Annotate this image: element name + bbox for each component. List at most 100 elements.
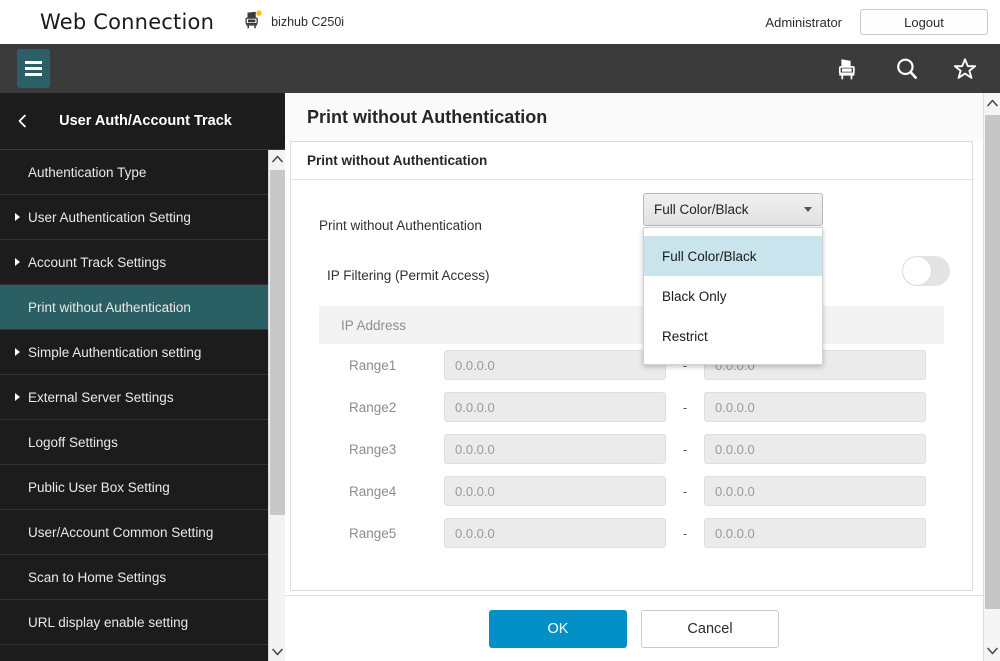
sidebar-item-label: Print without Authentication — [28, 300, 191, 315]
footer-action-bar: OK Cancel — [285, 595, 983, 661]
sidebar-scrollbar[interactable] — [268, 150, 285, 661]
expand-arrow-icon — [15, 213, 20, 221]
chevron-down-icon — [804, 207, 812, 212]
sidebar-item-label: User/Account Common Setting — [28, 525, 213, 540]
range-dash: - — [666, 484, 704, 499]
brand-bar: Web Connection bizhub C250i Administrato… — [0, 0, 1000, 44]
range5-from-input[interactable] — [444, 518, 666, 548]
sidebar-item-label: Authentication Type — [28, 165, 146, 180]
ip-filtering-row: IP Filtering (Permit Access) — [319, 250, 944, 300]
range4-to-input[interactable] — [704, 476, 926, 506]
admin-label: Administrator — [765, 15, 842, 30]
select-option-full-color-black[interactable]: Full Color/Black — [644, 236, 822, 276]
sidebar-item-authentication-type[interactable]: Authentication Type — [0, 150, 285, 195]
device-name: bizhub C250i — [271, 15, 344, 29]
logout-button[interactable]: Logout — [860, 9, 988, 35]
range1-from-input[interactable] — [444, 350, 666, 380]
ip-filtering-label: IP Filtering (Permit Access) — [319, 268, 490, 283]
sidebar-item-label: URL display enable setting — [28, 615, 188, 630]
main-scrollbar-thumb[interactable] — [985, 115, 1000, 609]
sidebar-item-url-display-enable-setting[interactable]: URL display enable setting — [0, 600, 285, 645]
range2-from-input[interactable] — [444, 392, 666, 422]
sidebar-item-print-without-authentication[interactable]: Print without Authentication — [0, 285, 285, 330]
sidebar-scrollbar-thumb[interactable] — [270, 170, 285, 515]
range-label: Range1 — [319, 358, 444, 373]
print-mode-select[interactable]: Full Color/Black Full Color/Black Black … — [643, 193, 823, 226]
brand-bar-right: Administrator Logout — [765, 9, 988, 35]
range2-to-input[interactable] — [704, 392, 926, 422]
printer-status-icon[interactable] — [836, 56, 862, 82]
panel-body: Print without Authentication Full Color/… — [291, 180, 972, 554]
sidebar-item-logoff-settings[interactable]: Logoff Settings — [0, 420, 285, 465]
range-label: Range3 — [319, 442, 444, 457]
sidebar-item-simple-authentication-setting[interactable]: Simple Authentication setting — [0, 330, 285, 375]
sidebar-item-scan-to-home-settings[interactable]: Scan to Home Settings — [0, 555, 285, 600]
range-dash: - — [666, 442, 704, 457]
page-title: Print without Authentication — [285, 93, 983, 141]
ip-filtering-toggle[interactable] — [902, 256, 950, 286]
expand-arrow-icon — [15, 393, 20, 401]
print-mode-select-value: Full Color/Black — [654, 202, 749, 217]
search-icon[interactable] — [894, 56, 920, 82]
main-scrollbar[interactable] — [983, 93, 1000, 661]
sidebar-item-public-user-box-setting[interactable]: Public User Box Setting — [0, 465, 285, 510]
scroll-up-icon[interactable] — [984, 93, 1000, 113]
sidebar-item-label: Logoff Settings — [28, 435, 118, 450]
range-dash: - — [666, 526, 704, 541]
sidebar-item-list: Authentication Type User Authentication … — [0, 150, 285, 645]
toggle-knob — [902, 256, 932, 286]
expand-arrow-icon — [15, 348, 20, 356]
chevron-left-icon[interactable] — [12, 110, 34, 132]
range5-to-input[interactable] — [704, 518, 926, 548]
print-mode-select-menu[interactable]: Full Color/Black Black Only Restrict — [643, 227, 823, 365]
sidebar-item-user-authentication-setting[interactable]: User Authentication Setting — [0, 195, 285, 240]
sidebar-item-label: Scan to Home Settings — [28, 570, 166, 585]
sidebar-item-user-account-common-setting[interactable]: User/Account Common Setting — [0, 510, 285, 555]
table-row: Range2 - — [319, 386, 944, 428]
expand-arrow-icon — [15, 258, 20, 266]
panel-title: Print without Authentication — [291, 142, 972, 180]
sidebar-item-label: User Authentication Setting — [28, 210, 191, 225]
device-indicator: bizhub C250i — [242, 9, 344, 36]
table-row: Range5 - — [319, 512, 944, 554]
sidebar-item-external-server-settings[interactable]: External Server Settings — [0, 375, 285, 420]
app-title: Web Connection — [40, 10, 214, 34]
sidebar-item-label: External Server Settings — [28, 390, 174, 405]
main-content: Print without Authentication Print witho… — [285, 93, 1000, 661]
sidebar-header: User Auth/Account Track — [0, 93, 285, 150]
table-row: Range1 - — [319, 344, 944, 386]
sidebar-item-label: Public User Box Setting — [28, 480, 170, 495]
ip-table-header: IP Address — [319, 306, 944, 344]
table-row: Range4 - — [319, 470, 944, 512]
nav-icon-group — [836, 56, 978, 82]
favorites-star-icon[interactable] — [952, 56, 978, 82]
range4-from-input[interactable] — [444, 476, 666, 506]
cancel-button[interactable]: Cancel — [641, 610, 779, 648]
select-option-black-only[interactable]: Black Only — [644, 276, 822, 316]
range-label: Range2 — [319, 400, 444, 415]
content-scroll-area: Print without Authentication Print witho… — [285, 93, 983, 661]
print-mode-select-button[interactable]: Full Color/Black — [643, 193, 823, 226]
range-label: Range5 — [319, 526, 444, 541]
settings-panel: Print without Authentication Print witho… — [290, 141, 973, 591]
scroll-down-icon[interactable] — [984, 641, 1000, 661]
table-row: Range3 - — [319, 428, 944, 470]
nav-bar — [0, 44, 1000, 93]
sidebar-item-label: Simple Authentication setting — [28, 345, 201, 360]
select-option-restrict[interactable]: Restrict — [644, 316, 822, 356]
hamburger-menu-icon[interactable] — [17, 49, 50, 88]
range-dash: - — [666, 400, 704, 415]
print-without-auth-row: Print without Authentication — [319, 200, 944, 250]
printer-icon — [242, 9, 264, 36]
sidebar-item-label: Account Track Settings — [28, 255, 166, 270]
scroll-up-icon[interactable] — [269, 150, 285, 168]
sidebar: User Auth/Account Track Authentication T… — [0, 93, 285, 661]
scroll-down-icon[interactable] — [269, 643, 285, 661]
ok-button[interactable]: OK — [489, 610, 627, 648]
sidebar-item-account-track-settings[interactable]: Account Track Settings — [0, 240, 285, 285]
print-without-auth-label: Print without Authentication — [319, 218, 482, 233]
range3-from-input[interactable] — [444, 434, 666, 464]
range-label: Range4 — [319, 484, 444, 499]
range3-to-input[interactable] — [704, 434, 926, 464]
sidebar-title: User Auth/Account Track — [0, 113, 285, 129]
